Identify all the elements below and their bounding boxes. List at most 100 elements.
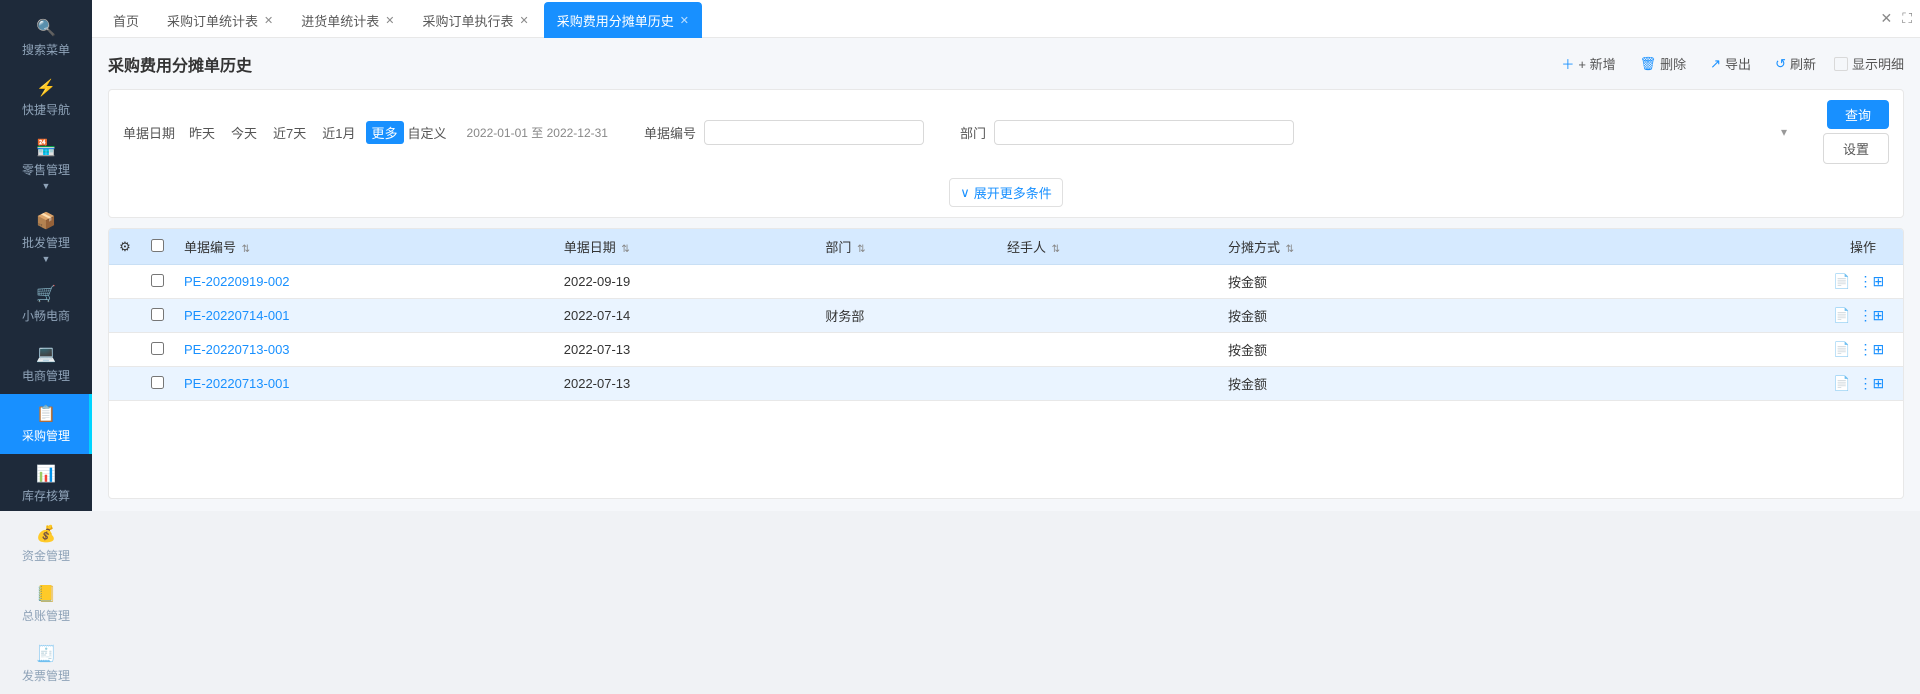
tab-close-icon[interactable]: ✕ bbox=[385, 14, 394, 27]
table-row: PE-20220713-003 2022-07-13 按金额 📄 ⋮⊞ bbox=[109, 333, 1903, 367]
sidebar-item-小畅电商[interactable]: 🛒 小畅电商 bbox=[0, 274, 92, 334]
close-window-icon[interactable]: ✕ bbox=[1880, 10, 1892, 27]
tab-close-icon[interactable]: ✕ bbox=[264, 14, 273, 27]
more-icon[interactable]: ⋮⊞ bbox=[1858, 307, 1884, 324]
sidebar-item-库存核算[interactable]: 📊 库存核算 bbox=[0, 454, 92, 514]
tab-采购费用分摊单历史[interactable]: 采购费用分摊单历史✕ bbox=[544, 2, 702, 38]
dept-field: 部门 财务部 bbox=[960, 120, 1795, 145]
edit-icon[interactable]: 📄 bbox=[1833, 375, 1850, 392]
row-checkbox[interactable] bbox=[151, 342, 164, 355]
tab-close-icon[interactable]: ✕ bbox=[520, 14, 529, 27]
sort-icon-doc-date[interactable]: ⇅ bbox=[621, 244, 629, 255]
row-checkbox[interactable] bbox=[151, 274, 164, 287]
row-checkbox[interactable] bbox=[151, 376, 164, 389]
row-dept bbox=[815, 265, 997, 299]
sort-icon-dept[interactable]: ⇅ bbox=[857, 244, 865, 255]
expand-row: ∨ 展开更多条件 bbox=[123, 170, 1889, 207]
delete-button[interactable]: 🗑 删除 bbox=[1634, 50, 1693, 77]
more-icon[interactable]: ⋮⊞ bbox=[1858, 273, 1884, 290]
expand-icon: ∨ bbox=[960, 185, 970, 201]
edit-icon[interactable]: 📄 bbox=[1833, 341, 1850, 358]
settings-button[interactable]: 设置 bbox=[1823, 133, 1889, 164]
tab-label: 采购订单统计表 bbox=[167, 11, 258, 30]
more-icon[interactable]: ⋮⊞ bbox=[1858, 341, 1884, 358]
row-handler bbox=[997, 265, 1218, 299]
sidebar-item-零售管理[interactable]: 🏪 零售管理 ▼ bbox=[0, 128, 92, 201]
search-bar: 单据日期 昨天 今天 近7天 近1月 更多 自定义 2022-01-01 至 2… bbox=[108, 89, 1904, 218]
sort-icon-doc-no[interactable]: ⇅ bbox=[242, 244, 250, 255]
date-label: 单据日期 bbox=[123, 123, 175, 142]
col-handler: 经手人 ⇅ bbox=[997, 229, 1218, 265]
date-today-btn[interactable]: 今天 bbox=[225, 121, 263, 144]
row-split-method: 按金额 bbox=[1218, 367, 1823, 401]
sidebar-item-总账管理[interactable]: 📒 总账管理 bbox=[0, 574, 92, 634]
date-yesterday-btn[interactable]: 昨天 bbox=[183, 121, 221, 144]
row-dept bbox=[815, 333, 997, 367]
sidebar-item-发票管理[interactable]: 🧾 发票管理 bbox=[0, 634, 92, 694]
sidebar-icon: 💻 bbox=[36, 344, 56, 364]
row-handler bbox=[997, 367, 1218, 401]
doc-no-input[interactable] bbox=[704, 120, 924, 145]
col-dept: 部门 ⇅ bbox=[815, 229, 997, 265]
search-buttons: 查询 设置 bbox=[1819, 100, 1889, 164]
date-1month-btn[interactable]: 近1月 bbox=[316, 121, 361, 144]
sidebar-label: 小畅电商 bbox=[22, 307, 70, 324]
refresh-button[interactable]: ↺ 刷新 bbox=[1769, 50, 1822, 77]
show-columns-toggle[interactable]: 显示明细 bbox=[1834, 54, 1904, 73]
fullscreen-icon[interactable]: ⛶ bbox=[1902, 10, 1912, 27]
row-settings-cell bbox=[109, 299, 141, 333]
settings-gear-icon[interactable]: ⚙ bbox=[119, 239, 131, 254]
row-ops-cell: 📄 ⋮⊞ bbox=[1823, 367, 1903, 401]
arrow-icon: ▼ bbox=[42, 254, 51, 264]
date-7days-btn[interactable]: 近7天 bbox=[267, 121, 312, 144]
sidebar-item-采购管理[interactable]: 📋 采购管理 bbox=[0, 394, 92, 454]
sidebar-item-快捷导航[interactable]: ⚡ 快捷导航 bbox=[0, 68, 92, 128]
sort-icon-split[interactable]: ⇅ bbox=[1286, 244, 1294, 255]
date-custom-btn[interactable]: 自定义 bbox=[408, 123, 447, 142]
row-checkbox-cell bbox=[141, 367, 174, 401]
date-more-btn[interactable]: 更多 bbox=[366, 121, 404, 144]
expand-more-btn[interactable]: ∨ 展开更多条件 bbox=[949, 178, 1063, 207]
tab-label: 采购订单执行表 bbox=[422, 11, 513, 30]
row-ops-cell: 📄 ⋮⊞ bbox=[1823, 333, 1903, 367]
sidebar-icon: 🛒 bbox=[36, 284, 56, 304]
table-row: PE-20220714-001 2022-07-14 财务部 按金额 📄 ⋮⊞ bbox=[109, 299, 1903, 333]
row-doc-no[interactable]: PE-20220714-001 bbox=[174, 299, 554, 333]
row-split-method: 按金额 bbox=[1218, 265, 1823, 299]
table-row: PE-20220919-002 2022-09-19 按金额 📄 ⋮⊞ bbox=[109, 265, 1903, 299]
more-icon[interactable]: ⋮⊞ bbox=[1858, 375, 1884, 392]
row-doc-no[interactable]: PE-20220919-002 bbox=[174, 265, 554, 299]
add-button[interactable]: ＋ + 新增 bbox=[1555, 50, 1621, 77]
row-doc-no[interactable]: PE-20220713-003 bbox=[174, 333, 554, 367]
show-columns-checkbox[interactable] bbox=[1834, 57, 1848, 71]
select-all-checkbox[interactable] bbox=[151, 239, 164, 252]
sidebar-item-搜索菜单[interactable]: 🔍 搜索菜单 bbox=[0, 8, 92, 68]
sidebar-item-资金管理[interactable]: 💰 资金管理 bbox=[0, 514, 92, 574]
tab-bar: 首页采购订单统计表✕进货单统计表✕采购订单执行表✕采购费用分摊单历史✕ ✕ ⛶ bbox=[92, 0, 1920, 38]
row-checkbox-cell bbox=[141, 333, 174, 367]
col-checkbox bbox=[141, 229, 174, 265]
search-row: 单据日期 昨天 今天 近7天 近1月 更多 自定义 2022-01-01 至 2… bbox=[123, 100, 1889, 164]
tab-label: 首页 bbox=[113, 11, 139, 30]
sort-icon-handler[interactable]: ⇅ bbox=[1052, 244, 1060, 255]
tab-采购订单执行表[interactable]: 采购订单执行表 ✕ bbox=[409, 2, 541, 38]
edit-icon[interactable]: 📄 bbox=[1833, 273, 1850, 290]
sidebar-label: 发票管理 bbox=[22, 667, 70, 684]
sidebar-item-批发管理[interactable]: 📦 批发管理 ▼ bbox=[0, 201, 92, 274]
dept-select[interactable]: 财务部 bbox=[994, 120, 1294, 145]
col-ops: 操作 bbox=[1823, 229, 1903, 265]
query-button[interactable]: 查询 bbox=[1827, 100, 1889, 129]
sidebar-item-电商管理[interactable]: 💻 电商管理 bbox=[0, 334, 92, 394]
export-button[interactable]: ↗ 导出 bbox=[1704, 50, 1757, 77]
sidebar-label: 库存核算 bbox=[22, 487, 70, 504]
tab-采购订单统计表[interactable]: 采购订单统计表 ✕ bbox=[154, 2, 286, 38]
sidebar-icon: ⚡ bbox=[36, 78, 56, 98]
row-checkbox-cell bbox=[141, 299, 174, 333]
tab-首页[interactable]: 首页 bbox=[100, 2, 152, 38]
tab-close-icon[interactable]: ✕ bbox=[680, 14, 689, 27]
edit-icon[interactable]: 📄 bbox=[1833, 307, 1850, 324]
row-doc-no[interactable]: PE-20220713-001 bbox=[174, 367, 554, 401]
row-doc-date: 2022-07-14 bbox=[554, 299, 816, 333]
row-checkbox[interactable] bbox=[151, 308, 164, 321]
tab-进货单统计表[interactable]: 进货单统计表✕ bbox=[288, 2, 407, 38]
